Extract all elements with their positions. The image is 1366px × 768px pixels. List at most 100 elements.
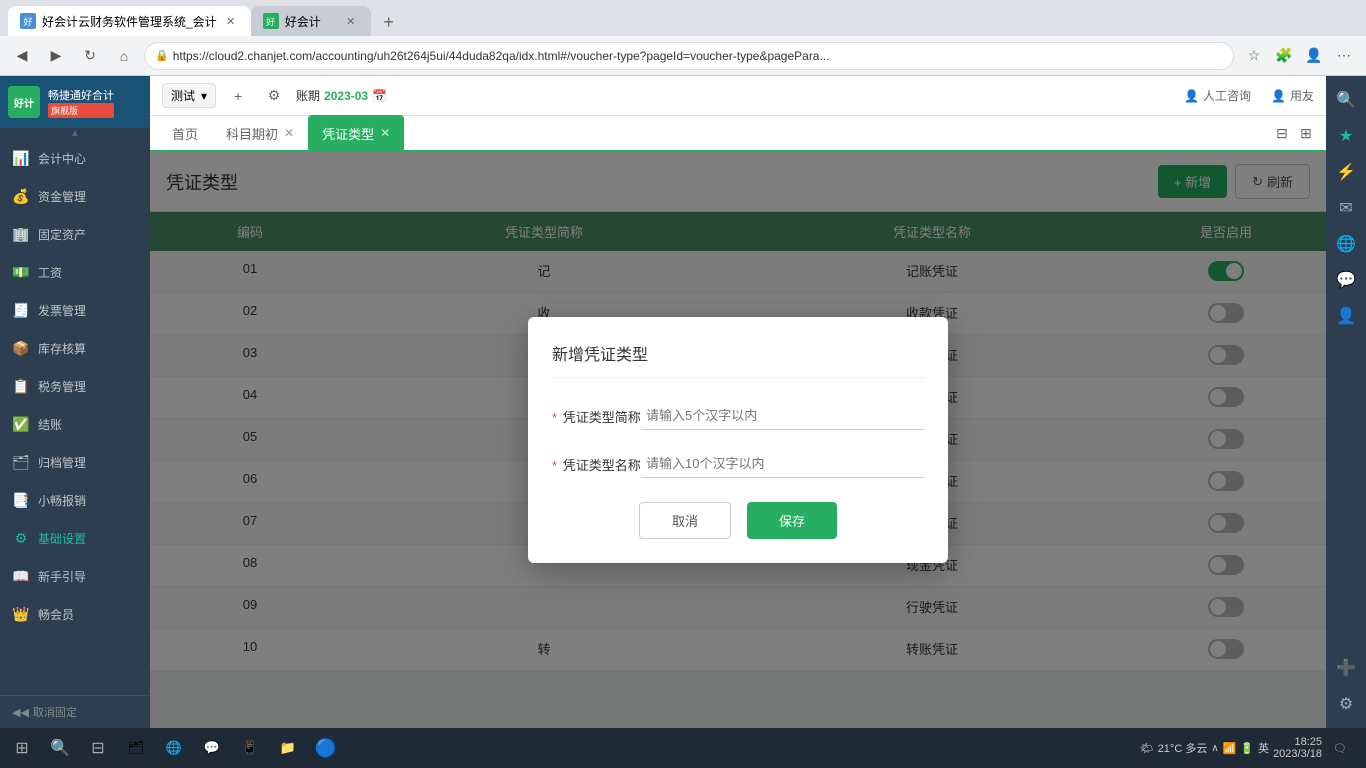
tray-weather-icon: 🌤 — [1140, 742, 1154, 755]
settings-icon: ⚙ — [12, 529, 30, 547]
tax-icon: 📋 — [12, 377, 30, 395]
sidebar-label-inventory: 库存核算 — [38, 340, 86, 357]
taskbar: ⊞ 🔍 ⊟ 🗂 🌐 💬 📱 📁 🔵 🌤 21°C 多云 ∧ 📶 🔋 英 18:2… — [0, 728, 1366, 768]
right-search-btn[interactable]: 🔍 — [1330, 84, 1362, 116]
sidebar-item-capital[interactable]: 💰 资金管理 — [0, 177, 150, 215]
right-lightning-btn[interactable]: ⚡ — [1330, 156, 1362, 188]
sidebar-item-fixed[interactable]: 🏢 固定资产 — [0, 215, 150, 253]
sidebar-item-dashboard[interactable]: 📊 会计中心 — [0, 139, 150, 177]
sidebar-logo: 好计 畅捷通好合计 旗舰版 — [0, 76, 150, 128]
voucher-short-input[interactable] — [642, 402, 924, 430]
taskbar-app-folder[interactable]: 📁 — [270, 730, 306, 766]
home-button[interactable]: ⌂ — [110, 42, 138, 70]
taskbar-app-edge[interactable]: 🔵 — [308, 730, 344, 766]
tab-voucher-type-close[interactable]: ✕ — [380, 126, 390, 140]
sidebar-label-fixed: 固定资产 — [38, 226, 86, 243]
browser-tab-1[interactable]: 好 好会计云财务软件管理系统_会计 ✕ — [8, 6, 251, 36]
right-plus-btn[interactable]: ➕ — [1330, 652, 1362, 684]
workspace-select[interactable]: 测试 ▾ — [162, 83, 216, 108]
tab-subjects-close[interactable]: ✕ — [284, 126, 294, 140]
sidebar-item-expense[interactable]: 📑 小畅报销 — [0, 481, 150, 519]
tab-minimize-btn[interactable]: ⊟ — [1270, 121, 1294, 145]
url-text: https://cloud2.chanjet.com/accounting/uh… — [173, 49, 830, 63]
right-settings-btn[interactable]: ⚙ — [1330, 688, 1362, 720]
sidebar-item-archive[interactable]: 🗂 归档管理 — [0, 443, 150, 481]
dialog-title: 新增凭证类型 — [552, 341, 924, 378]
checkout-icon: ✅ — [12, 415, 30, 433]
taskbar-app-wechat[interactable]: 💬 — [194, 730, 230, 766]
back-button[interactable]: ◀ — [8, 42, 36, 70]
extension-btn[interactable]: 🧩 — [1270, 42, 1298, 70]
taskbar-app-browser[interactable]: 🌐 — [156, 730, 192, 766]
sidebar-item-guide[interactable]: 📖 新手引导 — [0, 557, 150, 595]
workspace-chevron: ▾ — [201, 89, 207, 103]
sidebar-item-settings[interactable]: ⚙ 基础设置 — [0, 519, 150, 557]
add-workspace-btn[interactable]: + — [224, 82, 252, 110]
right-panel: 🔍 ★ ⚡ ✉ 🌐 💬 👤 ➕ ⚙ — [1326, 76, 1366, 728]
browser-chrome: 好 好会计云财务软件管理系统_会计 ✕ 好 好会计 ✕ + ◀ ▶ ↻ ⌂ 🔒 … — [0, 0, 1366, 76]
required-star-1: * — [552, 410, 557, 425]
tab-maximize-btn[interactable]: ⊞ — [1294, 121, 1318, 145]
sidebar-item-payroll[interactable]: 💵 工资 — [0, 253, 150, 291]
app-topbar: 测试 ▾ + ⚙ 账期 2023-03 📅 👤 人工咨询 👤 用友 — [150, 76, 1326, 116]
sidebar-label-checkout: 结账 — [38, 416, 62, 433]
tray-battery: 🔋 — [1240, 742, 1254, 755]
browser-actions: ☆ 🧩 👤 ⋯ — [1240, 42, 1358, 70]
guide-icon: 📖 — [12, 567, 30, 585]
refresh-button[interactable]: ↻ — [76, 42, 104, 70]
cancel-button[interactable]: 取消 — [639, 502, 731, 539]
sidebar-label-guide: 新手引导 — [38, 568, 86, 585]
consult-btn[interactable]: 👤 人工咨询 — [1184, 87, 1251, 104]
settings-gear-btn[interactable]: ⚙ — [260, 82, 288, 110]
label-name-text: 凭证类型名称 — [563, 458, 641, 473]
tab-voucher-type[interactable]: 凭证类型 ✕ — [308, 115, 404, 151]
sidebar-collapse-btn[interactable]: ◀◀ 取消固定 — [0, 695, 150, 728]
clock-time: 18:25 — [1273, 736, 1322, 748]
right-chat-btn[interactable]: 💬 — [1330, 264, 1362, 296]
user-btn[interactable]: 👤 用友 — [1271, 87, 1314, 104]
logo-text-container: 畅捷通好合计 旗舰版 — [48, 87, 114, 118]
sidebar-label-expense: 小畅报销 — [38, 492, 86, 509]
scroll-up-arrow[interactable]: ▲ — [0, 128, 150, 139]
right-mail-btn[interactable]: ✉ — [1330, 192, 1362, 224]
form-row-short: * 凭证类型简称 — [552, 402, 924, 430]
url-input[interactable]: 🔒 https://cloud2.chanjet.com/accounting/… — [144, 42, 1234, 70]
sidebar-item-member[interactable]: 👑 畅会员 — [0, 595, 150, 633]
voucher-name-input[interactable] — [642, 450, 924, 478]
new-tab-button[interactable]: + — [375, 8, 403, 36]
tab-close-1[interactable]: ✕ — [223, 13, 239, 29]
tab-close-2[interactable]: ✕ — [343, 13, 359, 29]
taskbar-app-files[interactable]: 🗂 — [118, 730, 154, 766]
tab-home[interactable]: 首页 — [158, 115, 212, 151]
search-taskbar-btn[interactable]: 🔍 — [42, 730, 78, 766]
task-view-btn[interactable]: ⊟ — [80, 730, 116, 766]
tray-arrows[interactable]: ∧ — [1211, 743, 1218, 754]
browser-tab-2[interactable]: 好 好会计 ✕ — [251, 6, 371, 36]
tab-title-2: 好会计 — [285, 13, 337, 30]
save-button[interactable]: 保存 — [747, 502, 837, 539]
bookmark-star[interactable]: ☆ — [1240, 42, 1268, 70]
logo-icon: 好计 — [8, 86, 40, 118]
sidebar-item-invoice[interactable]: 🧾 发票管理 — [0, 291, 150, 329]
notification-btn[interactable]: 🗨 — [1326, 734, 1354, 762]
tab-subjects[interactable]: 科目期初 ✕ — [212, 115, 308, 151]
sidebar-item-checkout[interactable]: ✅ 结账 — [0, 405, 150, 443]
forward-button[interactable]: ▶ — [42, 42, 70, 70]
profile-btn[interactable]: 👤 — [1300, 42, 1328, 70]
right-globe-btn[interactable]: 🌐 — [1330, 228, 1362, 260]
collapse-arrow: ◀◀ — [12, 706, 29, 719]
workspace-name: 测试 — [171, 87, 195, 104]
sidebar-item-inventory[interactable]: 📦 库存核算 — [0, 329, 150, 367]
menu-btn[interactable]: ⋯ — [1330, 42, 1358, 70]
tab-favicon-2: 好 — [263, 13, 279, 29]
tab-bar: 好 好会计云财务软件管理系统_会计 ✕ 好 好会计 ✕ + — [0, 0, 1366, 36]
right-user-btn[interactable]: 👤 — [1330, 300, 1362, 332]
page-content: 凭证类型 + 新增 ↻ 刷新 编码 凭证类型简称 凭证类型名称 — [150, 152, 1326, 728]
calendar-icon[interactable]: 📅 — [372, 89, 387, 103]
sidebar-item-tax[interactable]: 📋 税务管理 — [0, 367, 150, 405]
right-star-btn[interactable]: ★ — [1330, 120, 1362, 152]
collapse-label: 取消固定 — [33, 704, 77, 720]
tab-voucher-type-label: 凭证类型 — [322, 124, 374, 143]
taskbar-app-mobile[interactable]: 📱 — [232, 730, 268, 766]
start-button[interactable]: ⊞ — [4, 730, 40, 766]
